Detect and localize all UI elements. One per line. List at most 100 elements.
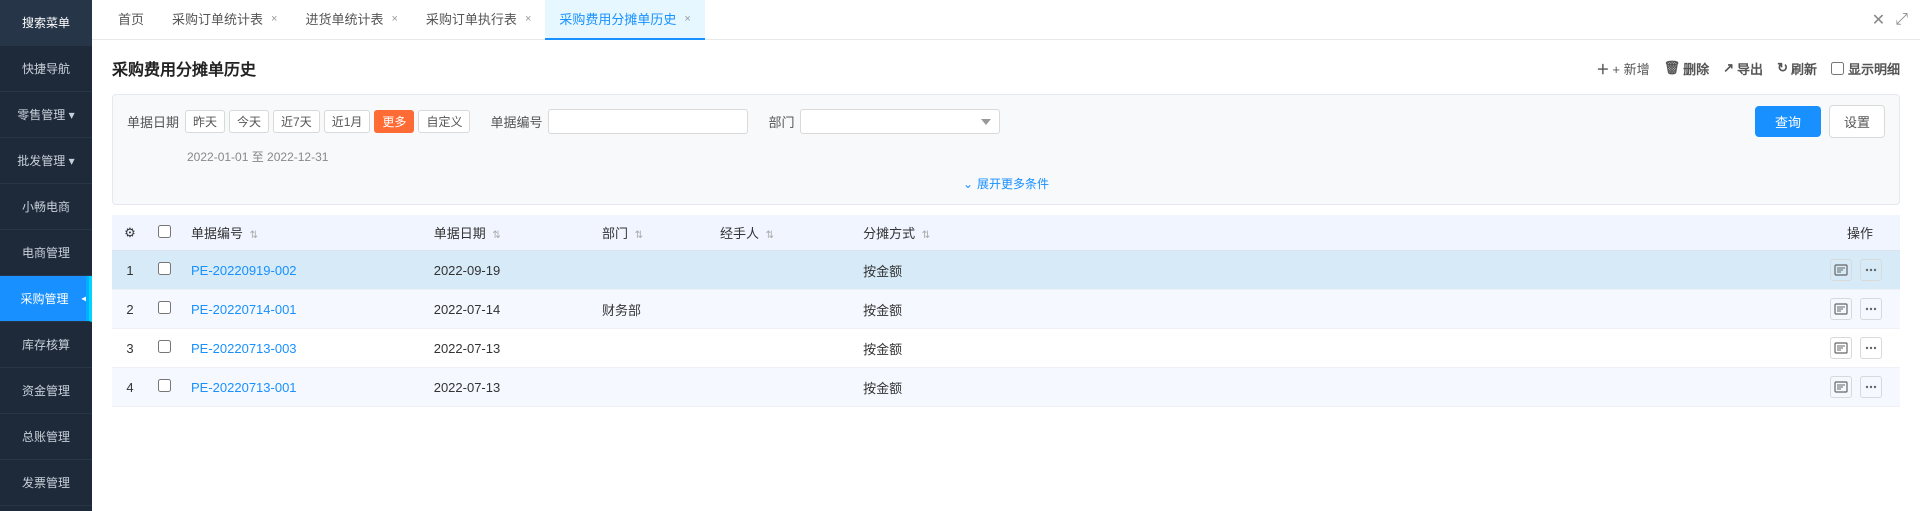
doc-number-link[interactable]: PE-20220713-001 [191, 380, 297, 395]
date-btn-7days[interactable]: 近7天 [273, 110, 320, 133]
doc-number-link[interactable]: PE-20220714-001 [191, 302, 297, 317]
col-label: 单据编号 [191, 226, 243, 241]
row-checkbox[interactable] [158, 340, 171, 353]
sidebar-item-finance[interactable]: 资金管理 [0, 368, 92, 414]
sidebar-item-invoice[interactable]: 发票管理 [0, 460, 92, 506]
export-button[interactable]: ↗ 导出 [1723, 59, 1763, 78]
row-doc-number: PE-20220714-001 [181, 290, 424, 329]
row-handler [710, 290, 853, 329]
col-label: 部门 [602, 226, 628, 241]
doc-number-link[interactable]: PE-20220919-002 [191, 263, 297, 278]
col-doc-number[interactable]: 单据编号 ⇅ [181, 215, 424, 251]
col-settings-icon[interactable]: ⚙ [124, 225, 136, 240]
sidebar-item-label: 电商管理 [22, 246, 70, 260]
sidebar-item-inventory[interactable]: 库存核算 [0, 322, 92, 368]
col-label: 经手人 [720, 226, 759, 241]
doc-number-input[interactable] [548, 109, 748, 134]
more-action-icon[interactable] [1860, 259, 1882, 281]
table-row[interactable]: 2 PE-20220714-001 2022-07-14 财务部 按金额 [112, 290, 1900, 329]
dept-select[interactable]: 财务部 [800, 109, 1000, 134]
view-action-icon[interactable] [1830, 259, 1852, 281]
view-action-icon[interactable] [1830, 337, 1852, 359]
sidebar-item-purchase[interactable]: 采购管理 ◀ [0, 276, 92, 322]
tab-purchase-order-stats[interactable]: 采购订单统计表 × [158, 0, 291, 40]
row-num: 4 [112, 368, 148, 407]
sidebar-item-wholesale[interactable]: 批发管理 ▾ [0, 138, 92, 184]
tab-purchase-cost-history[interactable]: 采购费用分摊单历史 × [545, 0, 704, 40]
col-handler[interactable]: 经手人 ⇅ [710, 215, 853, 251]
chevron-down-icon: ▾ [69, 108, 75, 122]
delete-button[interactable]: 🗑 删除 [1664, 59, 1710, 78]
table-row[interactable]: 3 PE-20220713-003 2022-07-13 按金额 [112, 329, 1900, 368]
row-split-method: 按金额 [853, 329, 1820, 368]
tab-goods-receipt-stats[interactable]: 进货单统计表 × [291, 0, 411, 40]
close-window-icon[interactable]: ✕ [1872, 10, 1885, 30]
query-button[interactable]: 查询 [1755, 106, 1821, 137]
col-split-method[interactable]: 分摊方式 ⇅ [853, 215, 1820, 251]
date-btn-1month[interactable]: 近1月 [324, 110, 371, 133]
col-label: 分摊方式 [863, 226, 915, 241]
row-split-method: 按金额 [853, 290, 1820, 329]
chevron-down-icon: ⌄ [963, 177, 973, 191]
tab-close-icon[interactable]: × [684, 13, 690, 25]
maximize-icon[interactable]: ⤢ [1895, 11, 1908, 29]
sidebar-item-search[interactable]: 搜索菜单 [0, 0, 92, 46]
view-action-icon[interactable] [1830, 376, 1852, 398]
delete-label: 删除 [1683, 59, 1709, 78]
row-checkbox[interactable] [158, 301, 171, 314]
sidebar-item-retail[interactable]: 零售管理 ▾ [0, 92, 92, 138]
col-doc-date[interactable]: 单据日期 ⇅ [424, 215, 592, 251]
table-row[interactable]: 1 PE-20220919-002 2022-09-19 按金额 [112, 251, 1900, 290]
row-dept: 财务部 [592, 290, 710, 329]
tab-purchase-order-exec[interactable]: 采购订单执行表 × [412, 0, 545, 40]
tab-label: 采购费用分摊单历史 [559, 9, 676, 28]
expand-more-btn[interactable]: ⌄ 展开更多条件 [127, 173, 1885, 194]
date-btn-more[interactable]: 更多 [374, 110, 414, 133]
tab-home[interactable]: 首页 [104, 0, 158, 40]
row-dept [592, 251, 710, 290]
chevron-down-icon: ▾ [69, 154, 75, 168]
sort-icon: ⇅ [492, 230, 500, 241]
tab-close-icon[interactable]: × [391, 13, 397, 25]
tab-close-icon[interactable]: × [271, 13, 277, 25]
row-checkbox-cell [148, 251, 181, 290]
doc-number-link[interactable]: PE-20220713-003 [191, 341, 297, 356]
select-all-checkbox[interactable] [158, 225, 171, 238]
more-action-icon[interactable] [1860, 376, 1882, 398]
sidebar-item-ledger[interactable]: 总账管理 [0, 414, 92, 460]
refresh-button[interactable]: ↻ 刷新 [1777, 59, 1817, 78]
more-action-icon[interactable] [1860, 298, 1882, 320]
row-checkbox[interactable] [158, 262, 171, 275]
sidebar-item-label: 发票管理 [22, 476, 70, 490]
col-dept[interactable]: 部门 ⇅ [592, 215, 710, 251]
show-cols-toggle[interactable]: 显示明细 [1831, 59, 1900, 78]
show-cols-checkbox[interactable] [1831, 62, 1844, 75]
dept-label: 部门 [768, 112, 794, 131]
filter-bar: 单据日期 昨天 今天 近7天 近1月 更多 自定义 单据编号 [112, 94, 1900, 205]
tab-close-icon[interactable]: × [525, 13, 531, 25]
row-checkbox[interactable] [158, 379, 171, 392]
sort-icon: ⇅ [250, 230, 258, 241]
dept-filter: 部门 财务部 [768, 109, 1000, 134]
sidebar-item-label: 批发管理 [17, 154, 65, 168]
sidebar-item-ecommerce[interactable]: 电商管理 [0, 230, 92, 276]
sidebar-item-label: 库存核算 [22, 338, 70, 352]
date-btn-yesterday[interactable]: 昨天 [185, 110, 225, 133]
add-button[interactable]: ＋ + 新增 [1596, 59, 1649, 78]
sidebar-item-quick[interactable]: 快捷导航 [0, 46, 92, 92]
table-row[interactable]: 4 PE-20220713-001 2022-07-13 按金额 [112, 368, 1900, 407]
sidebar-item-ecommerce-small[interactable]: 小畅电商 [0, 184, 92, 230]
toolbar: ＋ + 新增 🗑 删除 ↗ 导出 ↻ 刷新 显示明细 [1596, 59, 1900, 78]
view-action-icon[interactable] [1830, 298, 1852, 320]
date-btn-custom[interactable]: 自定义 [418, 110, 470, 133]
col-settings[interactable]: ⚙ [112, 215, 148, 251]
date-btn-today[interactable]: 今天 [229, 110, 269, 133]
more-action-icon[interactable] [1860, 337, 1882, 359]
settings-button[interactable]: 设置 [1829, 105, 1885, 138]
doc-number-filter: 单据编号 [490, 109, 748, 134]
date-filter-label: 单据日期 [127, 112, 179, 131]
expand-more-label: 展开更多条件 [977, 175, 1049, 192]
export-label: 导出 [1737, 59, 1763, 78]
row-doc-date: 2022-09-19 [424, 251, 592, 290]
row-handler [710, 368, 853, 407]
